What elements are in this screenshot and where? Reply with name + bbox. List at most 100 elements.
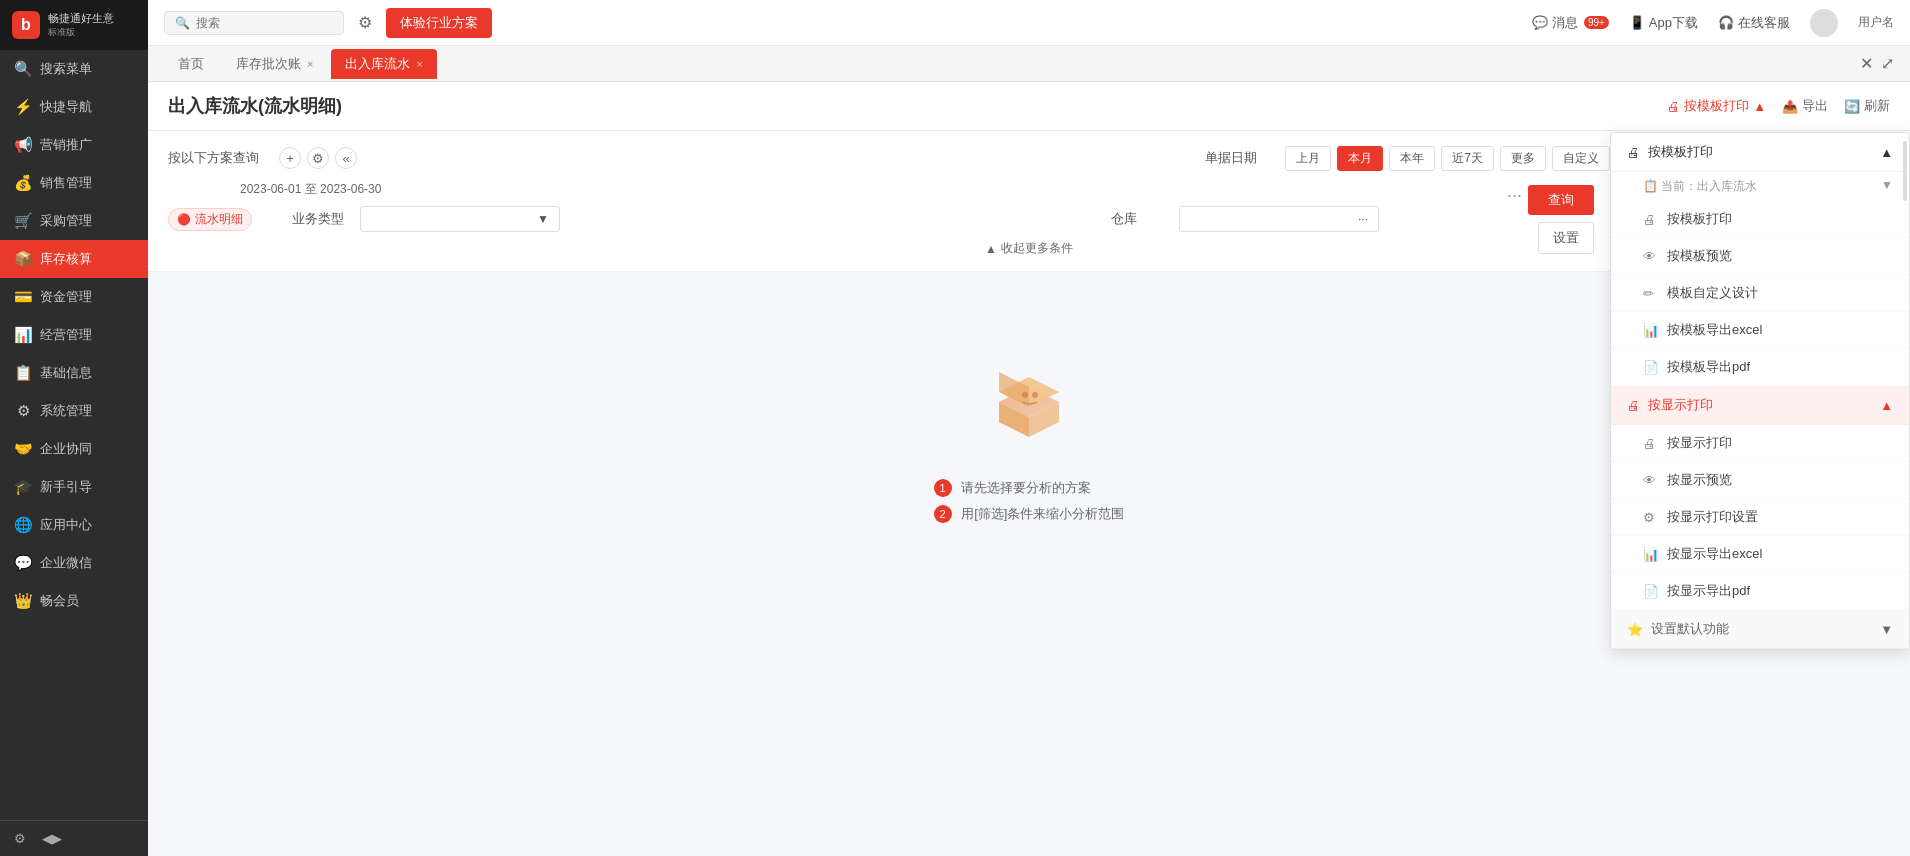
sidebar-item-quick-nav[interactable]: ⚡ 快捷导航 [0,88,148,126]
page-header-actions: 🖨 按模板打印 ▲ 📤 导出 🔄 刷新 [1667,97,1890,115]
more-options-icon[interactable]: ··· [1507,185,1522,215]
dp-template-export-pdf[interactable]: 📄 按模板导出pdf [1611,349,1909,386]
filter-add-btns: + ⚙ « [279,147,357,169]
dp-default-label: 设置默认功能 [1651,620,1729,638]
export-btn[interactable]: 📤 导出 [1782,97,1828,115]
sidebar-search-icon: 🔍 [14,60,32,78]
business-type-select[interactable]: ▼ [360,206,560,232]
sidebar-operations-icon: 📊 [14,326,32,344]
app-download-label: App下载 [1649,14,1698,32]
sidebar-member-label: 畅会员 [40,592,79,610]
app-download-btn[interactable]: 📱 App下载 [1629,14,1698,32]
dp-template-print-item[interactable]: 🖨 按模板打印 [1611,201,1909,238]
topbar-search-box[interactable]: 🔍 [164,11,344,35]
topbar-gear-icon[interactable]: ⚙ [354,9,376,36]
tab-in-out-flow-close[interactable]: × [416,58,422,70]
date-more[interactable]: 更多 [1500,146,1546,171]
template-print-btn[interactable]: 🖨 按模板打印 ▲ [1667,97,1766,115]
dp-display-print-header[interactable]: 🖨 按显示打印 ▲ [1611,386,1909,425]
sidebar-cooperation-label: 企业协同 [40,440,92,458]
tab-batch-account[interactable]: 库存批次账 × [222,49,327,79]
sidebar-item-wechat[interactable]: 💬 企业微信 [0,544,148,582]
dp-pdf-icon-1: 📄 [1643,360,1659,375]
filter-settings-btn[interactable]: ⚙ [307,147,329,169]
date-this-month[interactable]: 本月 [1337,146,1383,171]
collapse-chevron: ▲ [985,242,997,256]
sidebar-basic-info-icon: 📋 [14,364,32,382]
tab-in-out-flow[interactable]: 出入库流水 × [331,49,436,79]
sidebar-item-cooperation[interactable]: 🤝 企业协同 [0,430,148,468]
dp-default-icon: ⭐ [1627,622,1643,637]
dp-template-preview-item[interactable]: 👁 按模板预览 [1611,238,1909,275]
dp-display-header-chevron: ▲ [1880,398,1893,413]
filter-add-btn[interactable]: + [279,147,301,169]
user-name[interactable]: 用户名 [1858,14,1894,31]
close-window-btn[interactable]: ✕ [1860,54,1873,73]
date-last-month[interactable]: 上月 [1285,146,1331,171]
printer-icon: 🖨 [1667,99,1680,114]
sidebar-item-system[interactable]: ⚙ 系统管理 [0,392,148,430]
sidebar-item-basic-info[interactable]: 📋 基础信息 [0,354,148,392]
warehouse-more-icon: ··· [1358,212,1368,226]
sidebar-member-icon: 👑 [14,592,32,610]
dp-template-export-excel[interactable]: 📊 按模板导出excel [1611,312,1909,349]
dp-settings-default[interactable]: ⭐ 设置默认功能 ▼ [1611,610,1909,649]
template-print-chevron[interactable]: ▲ [1753,99,1766,114]
warehouse-select[interactable]: ··· [1179,206,1379,232]
tab-in-out-flow-label: 出入库流水 [345,55,410,73]
date-7days[interactable]: 近7天 [1441,146,1494,171]
sidebar-item-purchase[interactable]: 🛒 采购管理 [0,202,148,240]
maximize-window-btn[interactable]: ⤢ [1881,54,1894,73]
dp-printer-icon: 🖨 [1627,145,1640,160]
sidebar-item-operations[interactable]: 📊 经营管理 [0,316,148,354]
sidebar-marketing-icon: 📢 [14,136,32,154]
dp-display-export-excel[interactable]: 📊 按显示导出excel [1611,536,1909,573]
window-btns: ✕ ⤢ [1860,54,1894,73]
template-print-label: 按模板打印 [1684,97,1749,115]
sidebar-item-inventory[interactable]: 📦 库存核算 [0,240,148,278]
query-btn[interactable]: 查询 [1528,185,1594,215]
tab-home[interactable]: 首页 [164,49,218,79]
sidebar-settings-icon[interactable]: ⚙ [14,831,26,846]
refresh-btn[interactable]: 🔄 刷新 [1844,97,1890,115]
sidebar-item-tutorial[interactable]: 🎓 新手引导 [0,468,148,506]
dp-display-print-item[interactable]: 🖨 按显示打印 [1611,425,1909,462]
dp-template-print-header[interactable]: 🖨 按模板打印 ▲ [1611,133,1909,172]
dp-display-export-pdf[interactable]: 📄 按显示导出pdf [1611,573,1909,610]
logo-icon: b [12,11,40,39]
tab-batch-account-close[interactable]: × [307,58,313,70]
message-btn[interactable]: 💬 消息 99+ [1532,14,1609,32]
user-avatar[interactable] [1810,9,1838,37]
sidebar-item-finance[interactable]: 💳 资金管理 [0,278,148,316]
sidebar-inventory-icon: 📦 [14,250,32,268]
sidebar-item-sales[interactable]: 💰 销售管理 [0,164,148,202]
sidebar-app-center-label: 应用中心 [40,516,92,534]
sidebar-item-search[interactable]: 🔍 搜索菜单 [0,50,148,88]
sidebar-sales-label: 销售管理 [40,174,92,192]
sidebar-collapse-icon[interactable]: ◀▶ [42,831,62,846]
date-custom[interactable]: 自定义 [1552,146,1610,171]
date-this-year[interactable]: 本年 [1389,146,1435,171]
dropdown-scrollbar[interactable] [1903,141,1907,201]
sidebar-item-member[interactable]: 👑 畅会员 [0,582,148,620]
empty-steps: 1 请先选择要分析的方案 2 用[筛选]条件来缩小分析范围 [934,475,1125,527]
filter-expand-btn[interactable]: « [335,147,357,169]
settings-btn[interactable]: 设置 [1538,222,1594,254]
search-input[interactable] [196,16,333,30]
date-range-text: 2023-06-01 至 2023-06-30 [240,182,381,196]
sidebar-item-app-center[interactable]: 🌐 应用中心 [0,506,148,544]
sidebar-system-label: 系统管理 [40,402,92,420]
main-area: 🔍 ⚙ 体验行业方案 💬 消息 99+ 📱 App下载 🎧 在线客服 用户名 [148,0,1910,856]
phone-icon: 📱 [1629,15,1645,30]
svg-point-5 [1022,392,1028,398]
dp-display-preview-item[interactable]: 👁 按显示预览 [1611,462,1909,499]
customer-service-label: 在线客服 [1738,14,1790,32]
dp-display-print-settings[interactable]: ⚙ 按显示打印设置 [1611,499,1909,536]
dp-template-design-item[interactable]: ✏ 模板自定义设计 [1611,275,1909,312]
customer-service-btn[interactable]: 🎧 在线客服 [1718,14,1790,32]
sidebar-purchase-icon: 🛒 [14,212,32,230]
sidebar-item-marketing[interactable]: 📢 营销推广 [0,126,148,164]
svg-point-6 [1032,392,1038,398]
sidebar-search-label: 搜索菜单 [40,60,92,78]
industry-btn[interactable]: 体验行业方案 [386,8,492,38]
